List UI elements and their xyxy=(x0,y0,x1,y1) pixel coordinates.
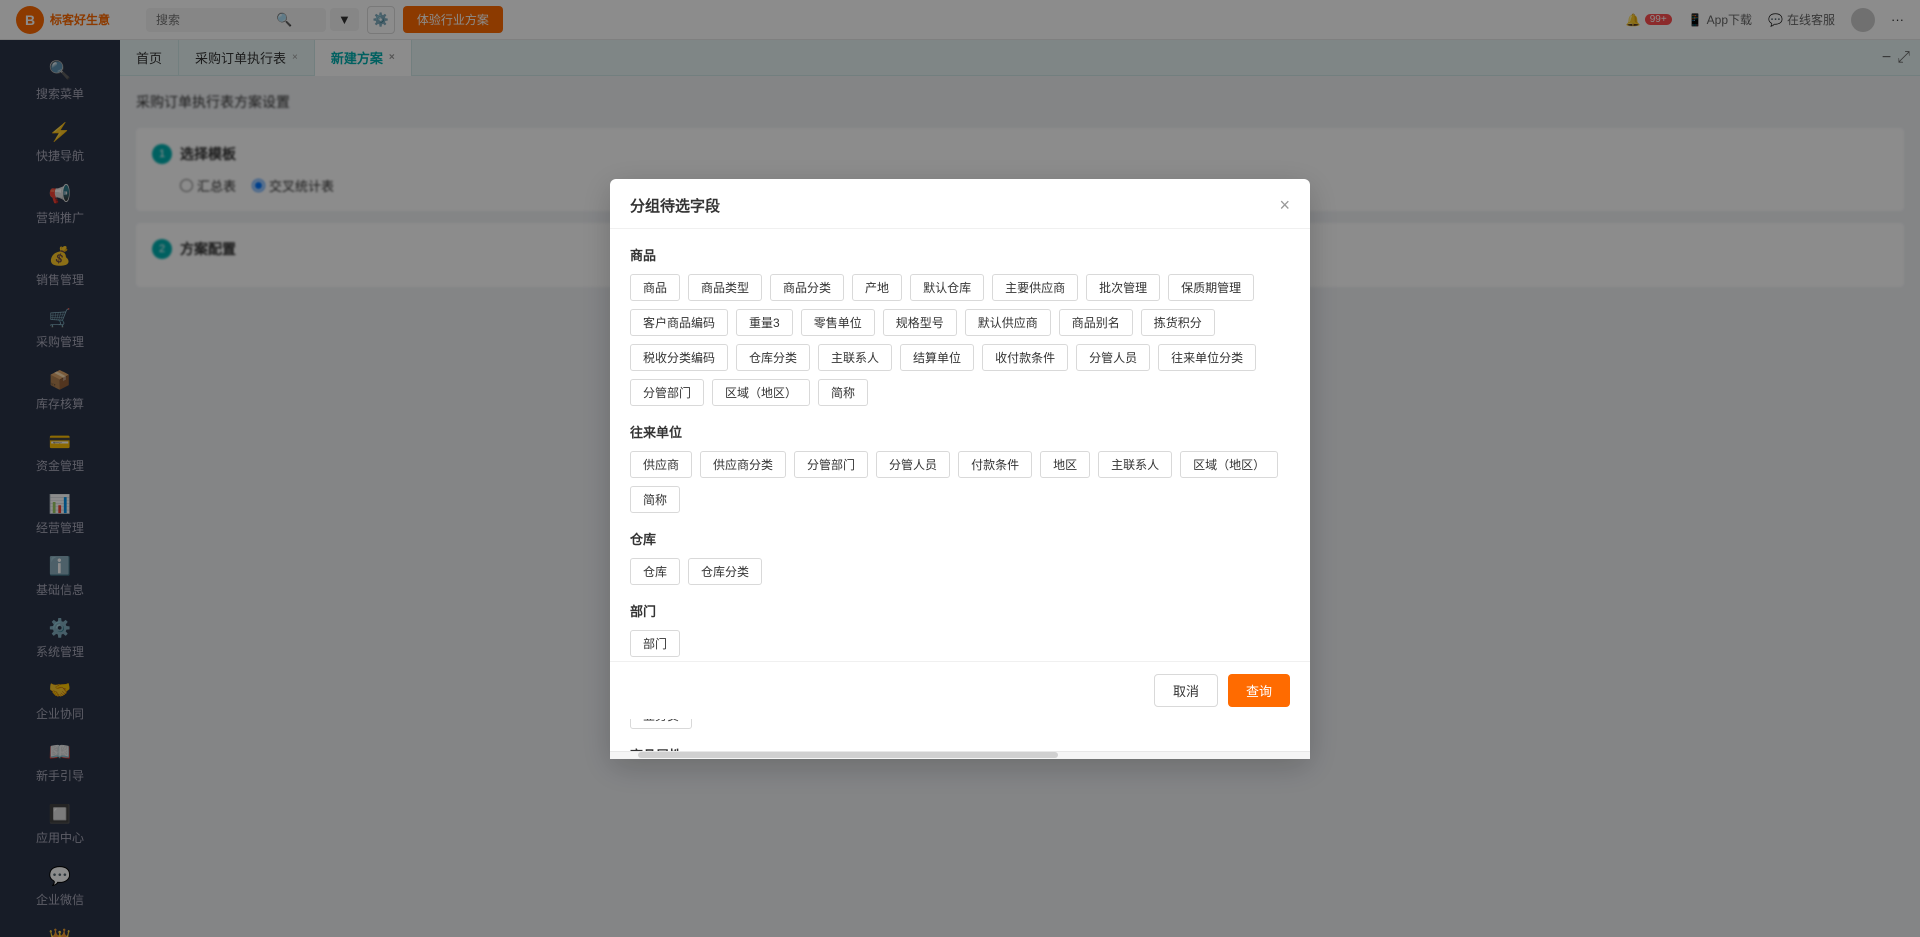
field-tags-2: 仓库仓库分类 xyxy=(630,558,1290,585)
field-group-0: 商品商品商品类型商品分类产地默认仓库主要供应商批次管理保质期管理客户商品编码重量… xyxy=(630,245,1290,406)
field-select-modal: 分组待选字段 × 商品商品商品类型商品分类产地默认仓库主要供应商批次管理保质期管… xyxy=(610,179,1310,759)
field-tag-1-5[interactable]: 地区 xyxy=(1040,451,1090,478)
field-tag-0-5[interactable]: 主要供应商 xyxy=(992,274,1078,301)
field-tag-1-8[interactable]: 简称 xyxy=(630,486,680,513)
field-tag-3-0[interactable]: 部门 xyxy=(630,630,680,657)
field-tags-0: 商品商品类型商品分类产地默认仓库主要供应商批次管理保质期管理客户商品编码重量3 零… xyxy=(630,274,1290,406)
field-tag-0-12[interactable]: 默认供应商 xyxy=(965,309,1051,336)
field-tags-3: 部门 xyxy=(630,630,1290,657)
field-group-title-0: 商品 xyxy=(630,245,1290,264)
field-tag-1-4[interactable]: 付款条件 xyxy=(958,451,1032,478)
confirm-button[interactable]: 查询 xyxy=(1228,674,1290,707)
field-tag-1-7[interactable]: 区域（地区） xyxy=(1180,451,1278,478)
field-tag-0-21[interactable]: 往来单位分类 xyxy=(1158,344,1256,371)
field-tag-0-20[interactable]: 分管人员 xyxy=(1076,344,1150,371)
field-group-title-5: 商品属性 xyxy=(630,745,1290,752)
field-tag-0-14[interactable]: 拣货积分 xyxy=(1141,309,1215,336)
field-tag-0-7[interactable]: 保质期管理 xyxy=(1168,274,1254,301)
field-tag-0-2[interactable]: 商品分类 xyxy=(770,274,844,301)
field-tag-0-10[interactable]: 零售单位 xyxy=(801,309,875,336)
field-tag-0-18[interactable]: 结算单位 xyxy=(900,344,974,371)
field-tag-0-3[interactable]: 产地 xyxy=(852,274,902,301)
field-tag-0-1[interactable]: 商品类型 xyxy=(688,274,762,301)
field-group-title-1: 往来单位 xyxy=(630,422,1290,441)
field-tag-0-0[interactable]: 商品 xyxy=(630,274,680,301)
field-tag-0-16[interactable]: 仓库分类 xyxy=(736,344,810,371)
field-group-title-2: 仓库 xyxy=(630,529,1290,548)
modal-header: 分组待选字段 × xyxy=(610,179,1310,229)
field-tag-0-9[interactable]: 重量3 xyxy=(736,309,793,336)
modal-hscrollbar[interactable] xyxy=(610,751,1310,758)
field-tags-1: 供应商供应商分类分管部门分管人员付款条件地区主联系人区域（地区） 简称 xyxy=(630,451,1290,513)
field-group-3: 部门部门 xyxy=(630,601,1290,657)
field-tag-0-19[interactable]: 收付款条件 xyxy=(982,344,1068,371)
field-tag-0-8[interactable]: 客户商品编码 xyxy=(630,309,728,336)
field-tag-0-24[interactable]: 简称 xyxy=(818,379,868,406)
field-tag-2-1[interactable]: 仓库分类 xyxy=(688,558,762,585)
field-tag-1-2[interactable]: 分管部门 xyxy=(794,451,868,478)
field-group-5: 商品属性属性颜色多规格尺码鞋码1 xyxy=(630,745,1290,752)
field-tag-0-23[interactable]: 区域（地区） xyxy=(712,379,810,406)
field-tag-0-22[interactable]: 分管部门 xyxy=(630,379,704,406)
field-group-2: 仓库仓库仓库分类 xyxy=(630,529,1290,585)
field-tag-0-17[interactable]: 主联系人 xyxy=(818,344,892,371)
modal-hscroll-thumb[interactable] xyxy=(638,752,1058,758)
field-tag-2-0[interactable]: 仓库 xyxy=(630,558,680,585)
cancel-button[interactable]: 取消 xyxy=(1154,674,1218,707)
modal-title: 分组待选字段 xyxy=(630,195,720,216)
modal-footer: 取消 查询 xyxy=(610,661,1310,719)
field-tag-1-3[interactable]: 分管人员 xyxy=(876,451,950,478)
field-tag-0-15[interactable]: 税收分类编码 xyxy=(630,344,728,371)
field-group-title-3: 部门 xyxy=(630,601,1290,620)
field-tag-0-13[interactable]: 商品别名 xyxy=(1059,309,1133,336)
field-group-1: 往来单位供应商供应商分类分管部门分管人员付款条件地区主联系人区域（地区） 简称 xyxy=(630,422,1290,513)
field-tag-1-1[interactable]: 供应商分类 xyxy=(700,451,786,478)
field-tag-1-0[interactable]: 供应商 xyxy=(630,451,692,478)
field-tag-0-4[interactable]: 默认仓库 xyxy=(910,274,984,301)
field-tag-0-11[interactable]: 规格型号 xyxy=(883,309,957,336)
modal-close-button[interactable]: × xyxy=(1279,196,1290,214)
field-tag-1-6[interactable]: 主联系人 xyxy=(1098,451,1172,478)
field-tag-0-6[interactable]: 批次管理 xyxy=(1086,274,1160,301)
